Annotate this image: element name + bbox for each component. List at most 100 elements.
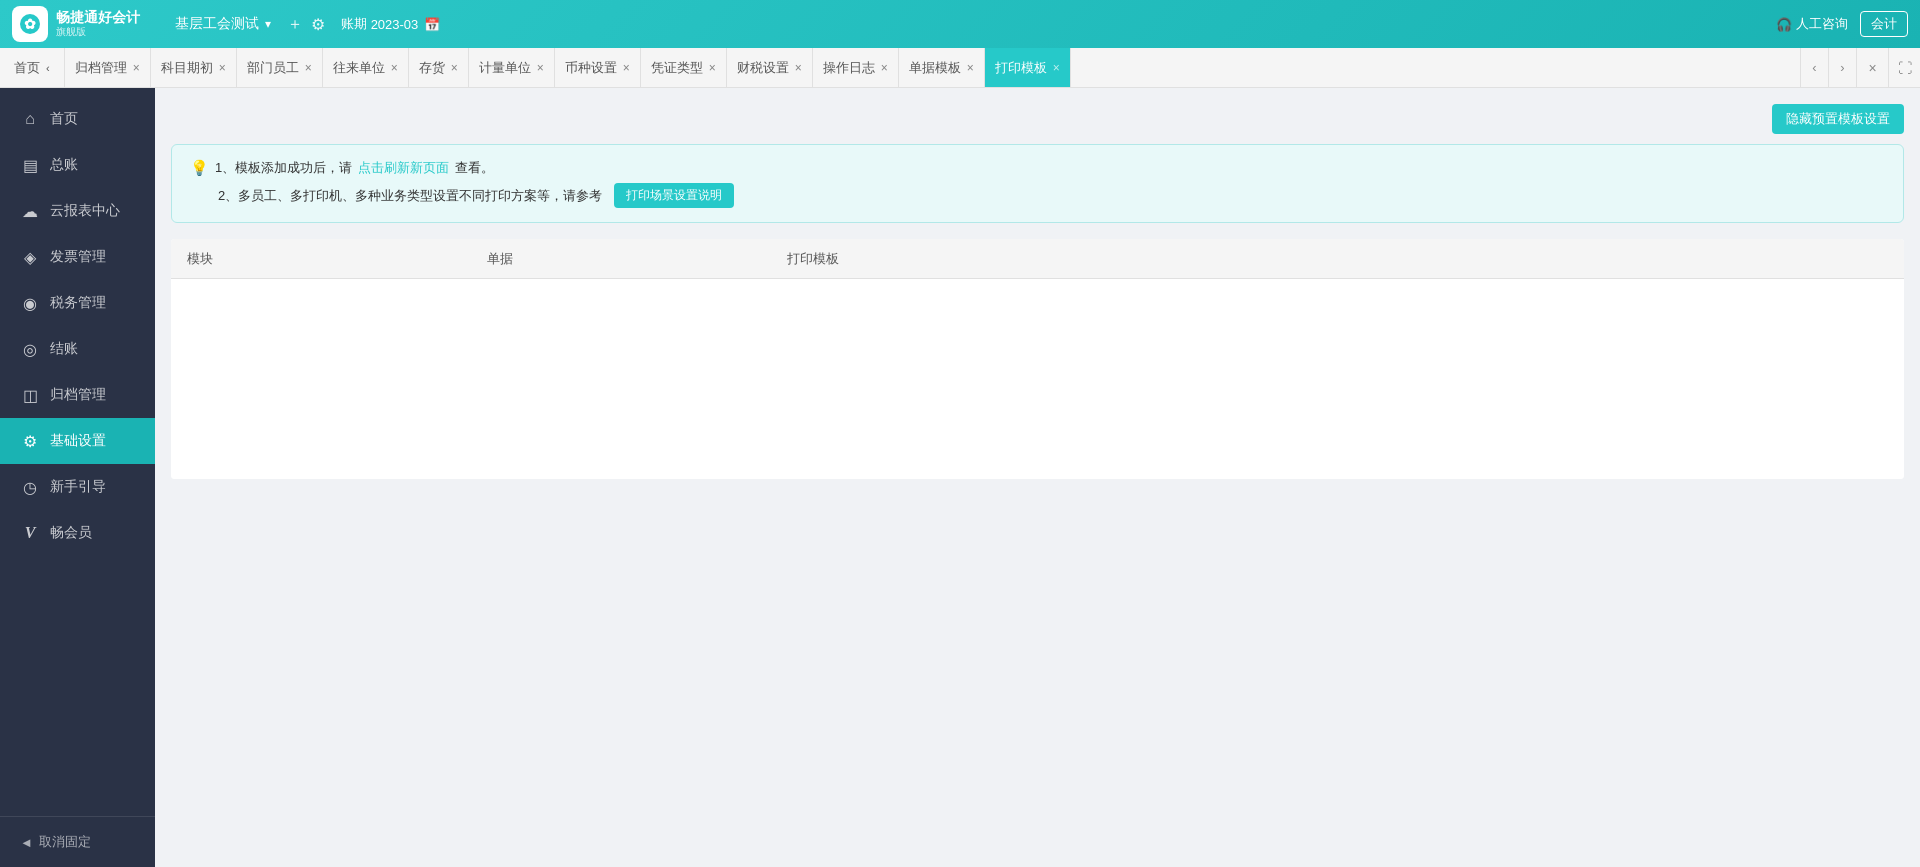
settings-icon[interactable]: ⚙ xyxy=(311,15,325,34)
info-line-1: 💡 1、模板添加成功后，请 点击刷新新页面 查看。 xyxy=(190,159,1885,177)
tab-tax-settings-close[interactable]: × xyxy=(795,61,802,75)
tab-expand[interactable]: ⛶ xyxy=(1888,48,1920,88)
tab-tax-settings-label: 财税设置 xyxy=(737,59,789,77)
tab-inventory[interactable]: 存货 × xyxy=(409,48,469,88)
tab-home[interactable]: 首页 ‹ xyxy=(0,48,65,88)
top-right: 🎧 人工咨询 会计 xyxy=(1776,11,1908,37)
tab-close-all[interactable]: × xyxy=(1856,48,1888,88)
tab-bar-end: ‹ › × ⛶ xyxy=(1800,48,1920,88)
tab-currency-close[interactable]: × xyxy=(623,61,630,75)
tab-archive[interactable]: 归档管理 × xyxy=(65,48,151,88)
hide-template-btn-row: 隐藏预置模板设置 xyxy=(171,104,1904,134)
tab-home-label: 首页 xyxy=(14,59,40,77)
sidebar-item-guide[interactable]: ◷ 新手引导 xyxy=(0,464,155,510)
logo-text-block: 畅捷通好会计 旗舰版 xyxy=(56,9,140,40)
calendar-icon[interactable]: 📅 xyxy=(424,17,440,32)
col-module-label: 模块 xyxy=(187,251,213,266)
sidebar-item-home-label: 首页 xyxy=(50,110,78,128)
tab-dept[interactable]: 部门员工 × xyxy=(237,48,323,88)
logo-icon: ✿ xyxy=(12,6,48,42)
hide-preset-template-button[interactable]: 隐藏预置模板设置 xyxy=(1772,104,1904,134)
table-col-template: 打印模板 xyxy=(771,250,1904,268)
tab-bar: 首页 ‹ 归档管理 × 科目期初 × 部门员工 × 往来单位 × 存货 × 计量… xyxy=(0,48,1920,88)
tab-voucher-type-close[interactable]: × xyxy=(709,61,716,75)
tab-partner-close[interactable]: × xyxy=(391,61,398,75)
home-icon: ⌂ xyxy=(20,110,40,128)
sidebar-item-settlement[interactable]: ◎ 结账 xyxy=(0,326,155,372)
headset-icon: 🎧 xyxy=(1776,17,1792,32)
table-col-module: 模块 xyxy=(171,250,471,268)
tab-partner[interactable]: 往来单位 × xyxy=(323,48,409,88)
company-name: 基层工会测试 xyxy=(175,15,259,33)
info-line1-prefix: 1、模板添加成功后，请 xyxy=(215,159,352,177)
period-info: 账期 2023-03 📅 xyxy=(341,15,440,33)
tab-print-template[interactable]: 打印模板 × xyxy=(985,48,1071,88)
sidebar-item-reports[interactable]: ☁ 云报表中心 xyxy=(0,188,155,234)
service-button[interactable]: 🎧 人工咨询 xyxy=(1776,15,1848,33)
tab-scroll-left[interactable]: ‹ xyxy=(1800,48,1828,88)
info-line1-suffix: 查看。 xyxy=(455,159,494,177)
tab-unit-label: 计量单位 xyxy=(479,59,531,77)
tax-icon: ◉ xyxy=(20,294,40,313)
sidebar-item-guide-label: 新手引导 xyxy=(50,478,106,496)
member-icon: V xyxy=(20,524,40,542)
tab-single-template[interactable]: 单据模板 × xyxy=(899,48,985,88)
sidebar-item-tax-label: 税务管理 xyxy=(50,294,106,312)
tab-operation-log-label: 操作日志 xyxy=(823,59,875,77)
col-doc-label: 单据 xyxy=(487,251,513,266)
tab-archive-close[interactable]: × xyxy=(133,61,140,75)
logo-area: ✿ 畅捷通好会计 旗舰版 xyxy=(12,6,167,42)
archive-icon: ◫ xyxy=(20,386,40,405)
settlement-icon: ◎ xyxy=(20,340,40,359)
tab-archive-label: 归档管理 xyxy=(75,59,127,77)
sidebar-item-basic[interactable]: ⚙ 基础设置 xyxy=(0,418,155,464)
app-version: 旗舰版 xyxy=(56,25,140,39)
tab-voucher-type[interactable]: 凭证类型 × xyxy=(641,48,727,88)
tab-tax-settings[interactable]: 财税设置 × xyxy=(727,48,813,88)
account-label: 会计 xyxy=(1871,16,1897,31)
sidebar-item-invoice-label: 发票管理 xyxy=(50,248,106,266)
account-button[interactable]: 会计 xyxy=(1860,11,1908,37)
invoice-icon: ◈ xyxy=(20,248,40,267)
app-name: 畅捷通好会计 xyxy=(56,9,140,26)
tab-currency-label: 币种设置 xyxy=(565,59,617,77)
sidebar-item-ledger[interactable]: ▤ 总账 xyxy=(0,142,155,188)
tab-unit-close[interactable]: × xyxy=(537,61,544,75)
sidebar-item-ledger-label: 总账 xyxy=(50,156,78,174)
tab-inventory-close[interactable]: × xyxy=(451,61,458,75)
tab-currency[interactable]: 币种设置 × xyxy=(555,48,641,88)
info-refresh-link[interactable]: 点击刷新新页面 xyxy=(358,159,449,177)
company-dropdown-icon[interactable]: ▾ xyxy=(265,17,271,31)
tab-home-nav-icon[interactable]: ‹ xyxy=(46,62,50,74)
company-selector[interactable]: 基层工会测试 ▾ xyxy=(175,15,271,33)
sidebar-item-basic-label: 基础设置 xyxy=(50,432,106,450)
sidebar-item-archive[interactable]: ◫ 归档管理 xyxy=(0,372,155,418)
tab-dept-close[interactable]: × xyxy=(305,61,312,75)
info-line-2: 2、多员工、多打印机、多种业务类型设置不同打印方案等，请参考 打印场景设置说明 xyxy=(190,183,1885,208)
add-tab-icon[interactable]: ＋ xyxy=(287,14,303,35)
sidebar-item-member[interactable]: V 畅会员 xyxy=(0,510,155,556)
tab-single-template-close[interactable]: × xyxy=(967,61,974,75)
table-body-empty xyxy=(171,279,1904,479)
tab-subjects[interactable]: 科目期初 × xyxy=(151,48,237,88)
tab-operation-log-close[interactable]: × xyxy=(881,61,888,75)
sidebar-item-tax[interactable]: ◉ 税务管理 xyxy=(0,280,155,326)
sidebar-unpin[interactable]: ◄ 取消固定 xyxy=(0,816,155,867)
sidebar-nav: ⌂ 首页 ▤ 总账 ☁ 云报表中心 ◈ 发票管理 ◉ 税务管理 ◎ 结账 xyxy=(0,88,155,816)
top-bar: ✿ 畅捷通好会计 旗舰版 基层工会测试 ▾ ＋ ⚙ 账期 2023-03 📅 🎧… xyxy=(0,0,1920,48)
svg-text:✿: ✿ xyxy=(24,16,36,32)
tab-single-template-label: 单据模板 xyxy=(909,59,961,77)
sidebar-item-settlement-label: 结账 xyxy=(50,340,78,358)
period-label: 账期 xyxy=(341,15,367,33)
sidebar-item-invoice[interactable]: ◈ 发票管理 xyxy=(0,234,155,280)
tab-scroll-right[interactable]: › xyxy=(1828,48,1856,88)
main-layout: ⌂ 首页 ▤ 总账 ☁ 云报表中心 ◈ 发票管理 ◉ 税务管理 ◎ 结账 xyxy=(0,88,1920,867)
tab-subjects-close[interactable]: × xyxy=(219,61,226,75)
service-label: 人工咨询 xyxy=(1796,15,1848,33)
print-scene-settings-button[interactable]: 打印场景设置说明 xyxy=(614,183,734,208)
sidebar-item-home[interactable]: ⌂ 首页 xyxy=(0,96,155,142)
tab-print-template-close[interactable]: × xyxy=(1053,61,1060,75)
period-value: 2023-03 xyxy=(371,17,419,32)
tab-operation-log[interactable]: 操作日志 × xyxy=(813,48,899,88)
tab-unit[interactable]: 计量单位 × xyxy=(469,48,555,88)
